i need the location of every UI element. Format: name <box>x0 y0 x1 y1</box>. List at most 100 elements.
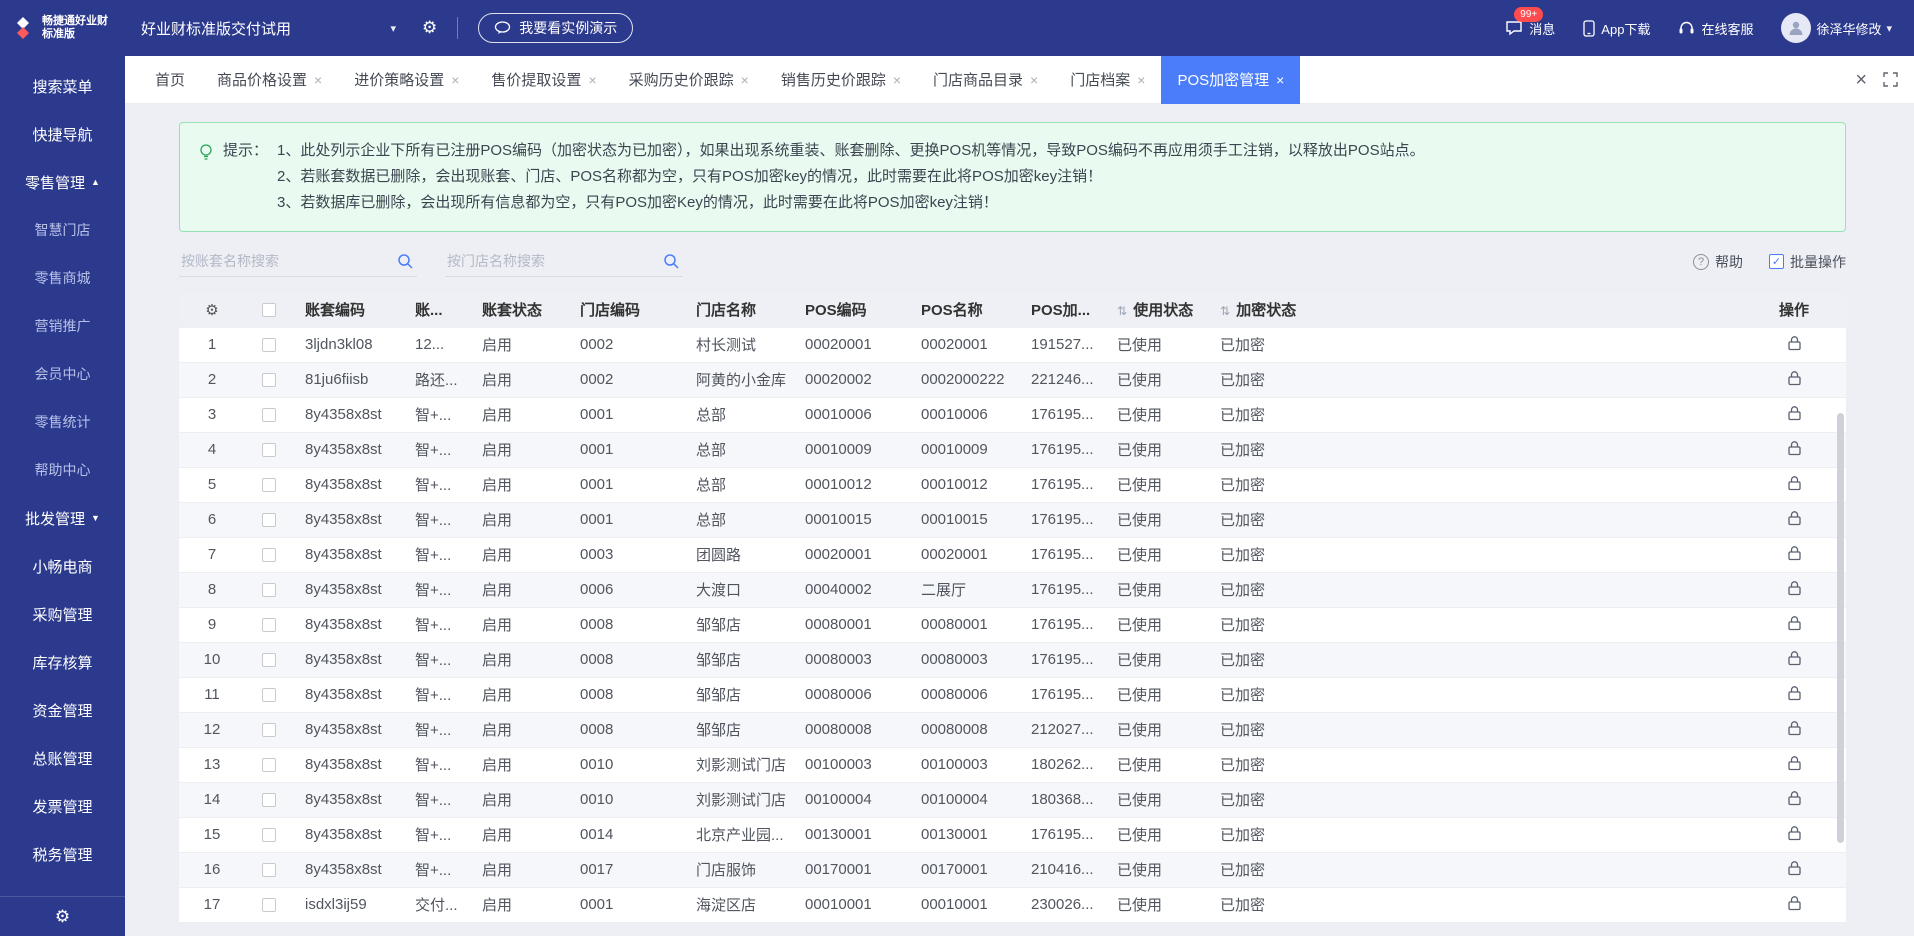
row-checkbox[interactable] <box>262 863 276 878</box>
settings-gear-icon[interactable]: ⚙ <box>422 18 437 38</box>
sidebar-item-搜索菜单[interactable]: 搜索菜单 <box>0 62 125 110</box>
sidebar-item-智慧门店[interactable]: 智慧门店 <box>0 206 125 254</box>
lock-icon[interactable] <box>1787 370 1802 386</box>
lock-icon[interactable] <box>1787 720 1802 736</box>
row-checkbox[interactable] <box>262 828 276 843</box>
sidebar-item-总账管理[interactable]: 总账管理 <box>0 734 125 782</box>
search-icon[interactable] <box>397 253 414 270</box>
fullscreen-icon[interactable] <box>1883 72 1898 87</box>
lock-icon[interactable] <box>1787 405 1802 421</box>
cell-account-name: 智+... <box>403 607 470 643</box>
close-icon[interactable]: × <box>1137 72 1145 88</box>
batch-operation-button[interactable]: ✓ 批量操作 <box>1769 252 1846 272</box>
row-checkbox[interactable] <box>262 408 276 423</box>
row-checkbox[interactable] <box>262 443 276 458</box>
lock-icon[interactable] <box>1787 510 1802 526</box>
topbar-divider <box>457 17 459 39</box>
lock-icon[interactable] <box>1787 895 1802 911</box>
col-header-account-name: 账... <box>403 293 470 328</box>
tab-进价策略设置[interactable]: 进价策略设置 × <box>338 56 475 104</box>
sidebar-item-税务管理[interactable]: 税务管理 <box>0 830 125 878</box>
demo-button[interactable]: 我要看实例演示 <box>478 13 634 43</box>
close-icon[interactable]: × <box>1855 70 1867 90</box>
cell-account-name: 智+... <box>403 677 470 713</box>
sidebar-item-快捷导航[interactable]: 快捷导航 <box>0 110 125 158</box>
col-header-use-status[interactable]: ⇅ 使用状态 <box>1105 293 1208 328</box>
account-switcher[interactable]: 好业财标准版交付试用 ▾ <box>141 18 396 39</box>
row-checkbox[interactable] <box>262 688 276 703</box>
lock-icon[interactable] <box>1787 825 1802 841</box>
sidebar-item-发票管理[interactable]: 发票管理 <box>0 782 125 830</box>
vertical-scrollbar[interactable] <box>1837 413 1844 843</box>
row-checkbox[interactable] <box>262 758 276 773</box>
sidebar-item-会员中心[interactable]: 会员中心 <box>0 350 125 398</box>
tab-售价提取设置[interactable]: 售价提取设置 × <box>475 56 612 104</box>
lock-icon[interactable] <box>1787 685 1802 701</box>
cell-store-name: 门店服饰 <box>684 852 793 888</box>
row-checkbox[interactable] <box>262 513 276 528</box>
lock-icon[interactable] <box>1787 615 1802 631</box>
row-checkbox[interactable] <box>262 793 276 808</box>
app-download-button[interactable]: App下载 <box>1583 19 1650 38</box>
lock-icon[interactable] <box>1787 650 1802 666</box>
tab-销售历史价跟踪[interactable]: 销售历史价跟踪 × <box>765 56 917 104</box>
store-search-input[interactable] <box>445 246 683 276</box>
lock-icon[interactable] <box>1787 335 1802 351</box>
messages-button[interactable]: 99+ 消息 <box>1505 6 1555 38</box>
close-icon[interactable]: × <box>314 72 322 88</box>
sidebar-item-批发管理[interactable]: 批发管理 ▼ <box>0 494 125 542</box>
lock-icon[interactable] <box>1787 545 1802 561</box>
sidebar-item-零售商城[interactable]: 零售商城 <box>0 254 125 302</box>
cell-account-name: 12... <box>403 327 470 363</box>
app-logo[interactable]: 畅捷通好业财 标准版 <box>0 15 125 41</box>
lock-icon[interactable] <box>1787 755 1802 771</box>
row-checkbox[interactable] <box>262 478 276 493</box>
tab-POS加密管理[interactable]: POS加密管理 × <box>1161 55 1301 104</box>
sidebar-item-采购管理[interactable]: 采购管理 <box>0 590 125 638</box>
row-checkbox[interactable] <box>262 898 276 913</box>
cell-pos-name: 00130001 <box>909 817 1019 853</box>
sidebar-item-零售管理[interactable]: 零售管理 ▲ <box>0 158 125 206</box>
lock-icon[interactable] <box>1787 860 1802 876</box>
col-header-encrypt-status[interactable]: ⇅ 加密状态 <box>1208 293 1330 328</box>
sidebar-item-库存核算[interactable]: 库存核算 <box>0 638 125 686</box>
column-settings-gear-icon[interactable]: ⚙ <box>205 302 218 319</box>
row-checkbox[interactable] <box>262 723 276 738</box>
pos-table: ⚙ 账套编码 账... 账套状态 门店编码 门店名称 POS编码 POS名称 P… <box>179 293 1846 923</box>
tab-首页[interactable]: 首页 <box>139 56 201 104</box>
row-checkbox[interactable] <box>262 653 276 668</box>
sidebar-footer-gear[interactable]: ⚙ <box>0 896 125 936</box>
tab-商品价格设置[interactable]: 商品价格设置 × <box>201 56 338 104</box>
tab-门店档案[interactable]: 门店档案 × <box>1054 56 1161 104</box>
close-icon[interactable]: × <box>741 72 749 88</box>
tab-采购历史价跟踪[interactable]: 采购历史价跟踪 × <box>613 56 765 104</box>
user-menu[interactable]: 徐泽华修改 ▾ <box>1781 13 1892 43</box>
row-checkbox[interactable] <box>262 548 276 563</box>
account-search-input[interactable] <box>179 246 417 276</box>
close-icon[interactable]: × <box>893 72 901 88</box>
close-icon[interactable]: × <box>1030 72 1038 88</box>
cell-use-status: 已使用 <box>1105 572 1208 608</box>
sidebar-item-资金管理[interactable]: 资金管理 <box>0 686 125 734</box>
help-button[interactable]: ? 帮助 <box>1693 252 1743 272</box>
sidebar-item-零售统计[interactable]: 零售统计 <box>0 398 125 446</box>
row-checkbox[interactable] <box>262 583 276 598</box>
sidebar-item-营销推广[interactable]: 营销推广 <box>0 302 125 350</box>
lock-icon[interactable] <box>1787 475 1802 491</box>
tab-label: 采购历史价跟踪 <box>628 72 734 89</box>
row-checkbox[interactable] <box>262 338 276 353</box>
lock-icon[interactable] <box>1787 790 1802 806</box>
lock-icon[interactable] <box>1787 580 1802 596</box>
online-service-button[interactable]: 在线客服 <box>1678 19 1753 38</box>
sidebar-item-帮助中心[interactable]: 帮助中心 <box>0 446 125 494</box>
tab-门店商品目录[interactable]: 门店商品目录 × <box>917 56 1054 104</box>
row-checkbox[interactable] <box>262 373 276 388</box>
close-icon[interactable]: × <box>1276 72 1284 88</box>
close-icon[interactable]: × <box>451 72 459 88</box>
lock-icon[interactable] <box>1787 440 1802 456</box>
search-icon[interactable] <box>663 253 680 270</box>
row-checkbox[interactable] <box>262 618 276 633</box>
sidebar-item-小畅电商[interactable]: 小畅电商 <box>0 542 125 590</box>
select-all-checkbox[interactable] <box>262 303 276 318</box>
close-icon[interactable]: × <box>588 72 596 88</box>
